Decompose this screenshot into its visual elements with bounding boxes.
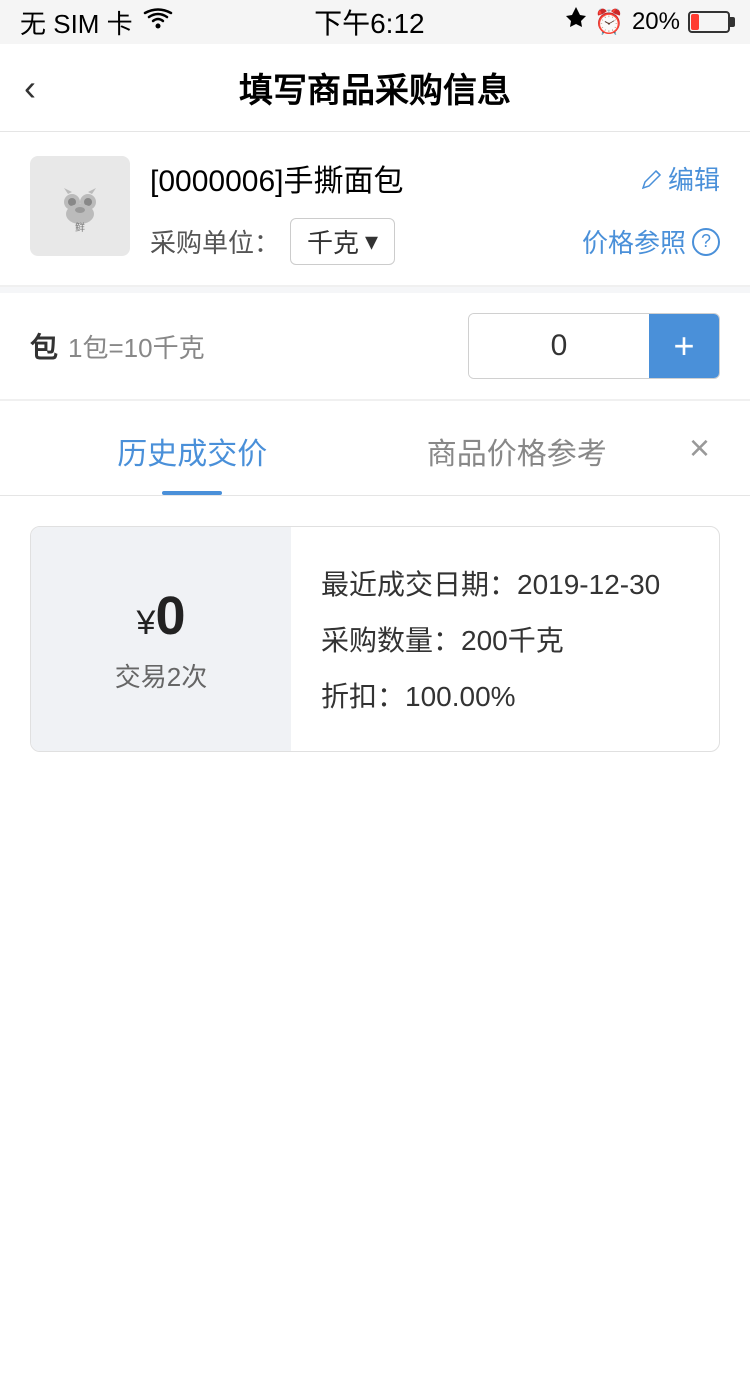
tab-close-button[interactable]: × (679, 417, 720, 479)
tab-history-price[interactable]: 历史成交价 (30, 401, 354, 495)
purchase-qty-label: 采购数量： (321, 625, 461, 656)
status-left: 无 SIM 卡 (20, 4, 173, 41)
transaction-count: 交易2次 (115, 657, 207, 694)
history-price-value: ¥0 (137, 585, 186, 647)
package-icon: 包 (30, 326, 58, 366)
product-info: [0000006]手撕面包 编辑 采购单位： 千克 ▾ (150, 156, 720, 265)
currency-symbol: ¥ (137, 604, 156, 642)
history-details: 最近成交日期：2019-12-30 采购数量：200千克 折扣：100.00% (291, 527, 719, 751)
unit-left: 采购单位： 千克 ▾ (150, 218, 395, 265)
purchase-qty-value: 200千克 (461, 625, 564, 656)
unit-dropdown[interactable]: 千克 ▾ (290, 218, 395, 265)
recent-date-label: 最近成交日期： (321, 569, 517, 600)
carrier-text: 无 SIM 卡 (20, 4, 133, 41)
alarm-icon: ⏰ (594, 8, 624, 37)
history-content: ¥0 交易2次 最近成交日期：2019-12-30 采购数量：200千克 折扣：… (0, 496, 750, 782)
product-thumbnail: 鲜 (30, 156, 130, 256)
quantity-row: 包 1包=10千克 + (0, 293, 750, 399)
history-card: ¥0 交易2次 最近成交日期：2019-12-30 采购数量：200千克 折扣：… (30, 526, 720, 752)
page-title: 填写商品采购信息 (239, 63, 511, 112)
discount-value: 100.00% (405, 681, 516, 712)
location-icon (566, 7, 586, 38)
discount-label: 折扣： (321, 681, 405, 712)
product-header-row: [0000006]手撕面包 编辑 (150, 156, 720, 200)
page-header: ‹ 填写商品采购信息 (0, 44, 750, 132)
quantity-plus-button[interactable]: + (649, 314, 719, 378)
unit-value: 千克 (307, 223, 359, 260)
status-bar: 无 SIM 卡 下午6:12 ⏰ 20% (0, 0, 750, 44)
dropdown-arrow-icon: ▾ (365, 226, 378, 257)
discount-row: 折扣：100.00% (321, 675, 689, 715)
price-ref-label: 价格参照 (582, 223, 686, 260)
recent-date-row: 最近成交日期：2019-12-30 (321, 563, 689, 603)
history-price-summary: ¥0 交易2次 (31, 527, 291, 751)
price-ref-help-icon: ? (692, 228, 720, 256)
tabs-header: 历史成交价 商品价格参考 × (0, 401, 750, 496)
quantity-controls: + (468, 313, 720, 379)
unit-ratio-label: 1包=10千克 (68, 328, 205, 365)
quantity-label: 包 1包=10千克 (30, 326, 205, 366)
unit-label: 采购单位： (150, 223, 280, 260)
back-button[interactable]: ‹ (24, 67, 36, 109)
wifi-icon (143, 7, 173, 38)
recent-date-value: 2019-12-30 (517, 569, 660, 600)
product-image-icon: 鲜 (50, 176, 110, 236)
product-section: 鲜 [0000006]手撕面包 编辑 采购单位： 千克 (0, 132, 750, 285)
edit-icon (642, 167, 664, 189)
tabs-section: 历史成交价 商品价格参考 × ¥0 交易2次 最近成交日期：2019-12-30… (0, 401, 750, 782)
svg-text:鲜: 鲜 (75, 221, 85, 234)
main-content-area (0, 782, 750, 1382)
status-right: ⏰ 20% (566, 7, 730, 38)
quantity-input[interactable] (469, 314, 649, 378)
price-reference-button[interactable]: 价格参照 ? (582, 223, 720, 260)
edit-button[interactable]: 编辑 (642, 160, 720, 197)
status-time: 下午6:12 (314, 2, 425, 42)
battery-percent: 20% (632, 8, 680, 36)
battery-icon (688, 11, 730, 33)
purchase-qty-row: 采购数量：200千克 (321, 619, 689, 659)
unit-row: 采购单位： 千克 ▾ 价格参照 ? (150, 218, 720, 265)
product-name: [0000006]手撕面包 (150, 156, 403, 200)
tab-product-price-ref[interactable]: 商品价格参考 (354, 401, 678, 495)
product-row: 鲜 [0000006]手撕面包 编辑 采购单位： 千克 (30, 156, 720, 265)
